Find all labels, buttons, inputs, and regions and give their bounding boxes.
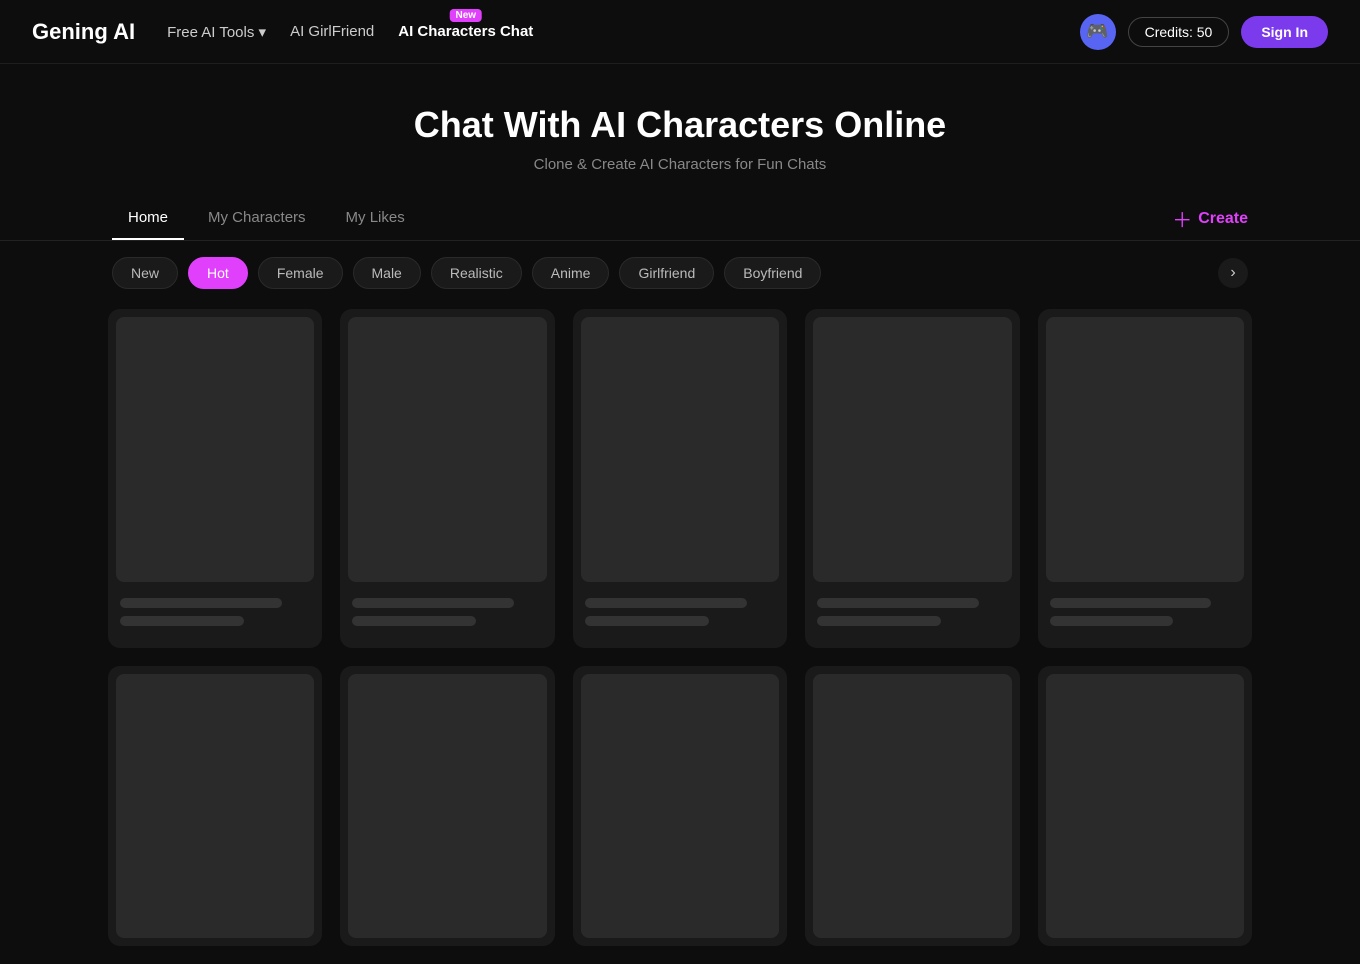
card-9[interactable] xyxy=(805,666,1019,947)
discord-button[interactable]: 🎮 xyxy=(1080,14,1116,50)
card-4[interactable] xyxy=(805,309,1019,648)
hero-title: Chat With AI Characters Online xyxy=(20,104,1340,146)
card-image-2 xyxy=(348,317,546,582)
chip-girlfriend[interactable]: Girlfriend xyxy=(619,257,714,289)
nav-ai-girlfriend[interactable]: AI GirlFriend xyxy=(290,23,374,40)
new-badge: New xyxy=(449,9,482,22)
card-1[interactable] xyxy=(108,309,322,648)
plus-icon: ＋ xyxy=(1172,204,1192,233)
cards-grid-row1 xyxy=(108,309,1252,648)
cards-grid-row2 xyxy=(108,666,1252,947)
skeleton-sub-2 xyxy=(352,616,476,626)
tab-my-likes[interactable]: My Likes xyxy=(330,197,421,240)
card-10[interactable] xyxy=(1038,666,1252,947)
signin-button[interactable]: Sign In xyxy=(1241,16,1328,48)
card-image-4 xyxy=(813,317,1011,582)
cards-section xyxy=(0,309,1360,946)
header-right: 🎮 Credits: 50 Sign In xyxy=(1080,14,1328,50)
card-image-3 xyxy=(581,317,779,582)
chevron-right-icon: › xyxy=(1230,264,1235,282)
nav: Free AI Tools ▾ AI GirlFriend New AI Cha… xyxy=(167,23,1048,41)
skeleton-sub-4 xyxy=(817,616,941,626)
card-image-7 xyxy=(348,674,546,939)
card-body-2 xyxy=(340,590,554,648)
tab-home[interactable]: Home xyxy=(112,197,184,240)
credits-button[interactable]: Credits: 50 xyxy=(1128,17,1230,47)
chip-realistic[interactable]: Realistic xyxy=(431,257,522,289)
card-image-8 xyxy=(581,674,779,939)
chips-arrow-right[interactable]: › xyxy=(1218,258,1248,288)
skeleton-sub-1 xyxy=(120,616,244,626)
create-button[interactable]: ＋ Create xyxy=(1172,204,1248,233)
header: Gening AI Free AI Tools ▾ AI GirlFriend … xyxy=(0,0,1360,64)
card-image-5 xyxy=(1046,317,1244,582)
chip-male[interactable]: Male xyxy=(353,257,421,289)
nav-ai-characters-chat[interactable]: New AI Characters Chat xyxy=(398,23,533,40)
filter-row: New Hot Female Male Realistic Anime Girl… xyxy=(0,257,1360,289)
skeleton-title-1 xyxy=(120,598,282,608)
card-8[interactable] xyxy=(573,666,787,947)
chip-boyfriend[interactable]: Boyfriend xyxy=(724,257,821,289)
card-5[interactable] xyxy=(1038,309,1252,648)
chip-anime[interactable]: Anime xyxy=(532,257,610,289)
tab-my-characters[interactable]: My Characters xyxy=(192,197,322,240)
card-body-5 xyxy=(1038,590,1252,648)
card-2[interactable] xyxy=(340,309,554,648)
hero-section: Chat With AI Characters Online Clone & C… xyxy=(0,64,1360,197)
card-image-10 xyxy=(1046,674,1244,939)
chip-female[interactable]: Female xyxy=(258,257,343,289)
skeleton-title-3 xyxy=(585,598,747,608)
card-image-6 xyxy=(116,674,314,939)
skeleton-sub-5 xyxy=(1050,616,1174,626)
skeleton-title-4 xyxy=(817,598,979,608)
card-6[interactable] xyxy=(108,666,322,947)
chip-new[interactable]: New xyxy=(112,257,178,289)
discord-icon: 🎮 xyxy=(1086,21,1108,42)
card-body-4 xyxy=(805,590,1019,648)
tabs-bar: Home My Characters My Likes ＋ Create xyxy=(0,197,1360,241)
hero-subtitle: Clone & Create AI Characters for Fun Cha… xyxy=(20,156,1340,173)
card-3[interactable] xyxy=(573,309,787,648)
card-image-1 xyxy=(116,317,314,582)
skeleton-sub-3 xyxy=(585,616,709,626)
skeleton-title-5 xyxy=(1050,598,1212,608)
logo[interactable]: Gening AI xyxy=(32,19,135,45)
card-body-1 xyxy=(108,590,322,648)
card-7[interactable] xyxy=(340,666,554,947)
card-image-9 xyxy=(813,674,1011,939)
skeleton-title-2 xyxy=(352,598,514,608)
chip-hot[interactable]: Hot xyxy=(188,257,248,289)
card-body-3 xyxy=(573,590,787,648)
nav-free-ai-tools[interactable]: Free AI Tools ▾ xyxy=(167,23,266,41)
